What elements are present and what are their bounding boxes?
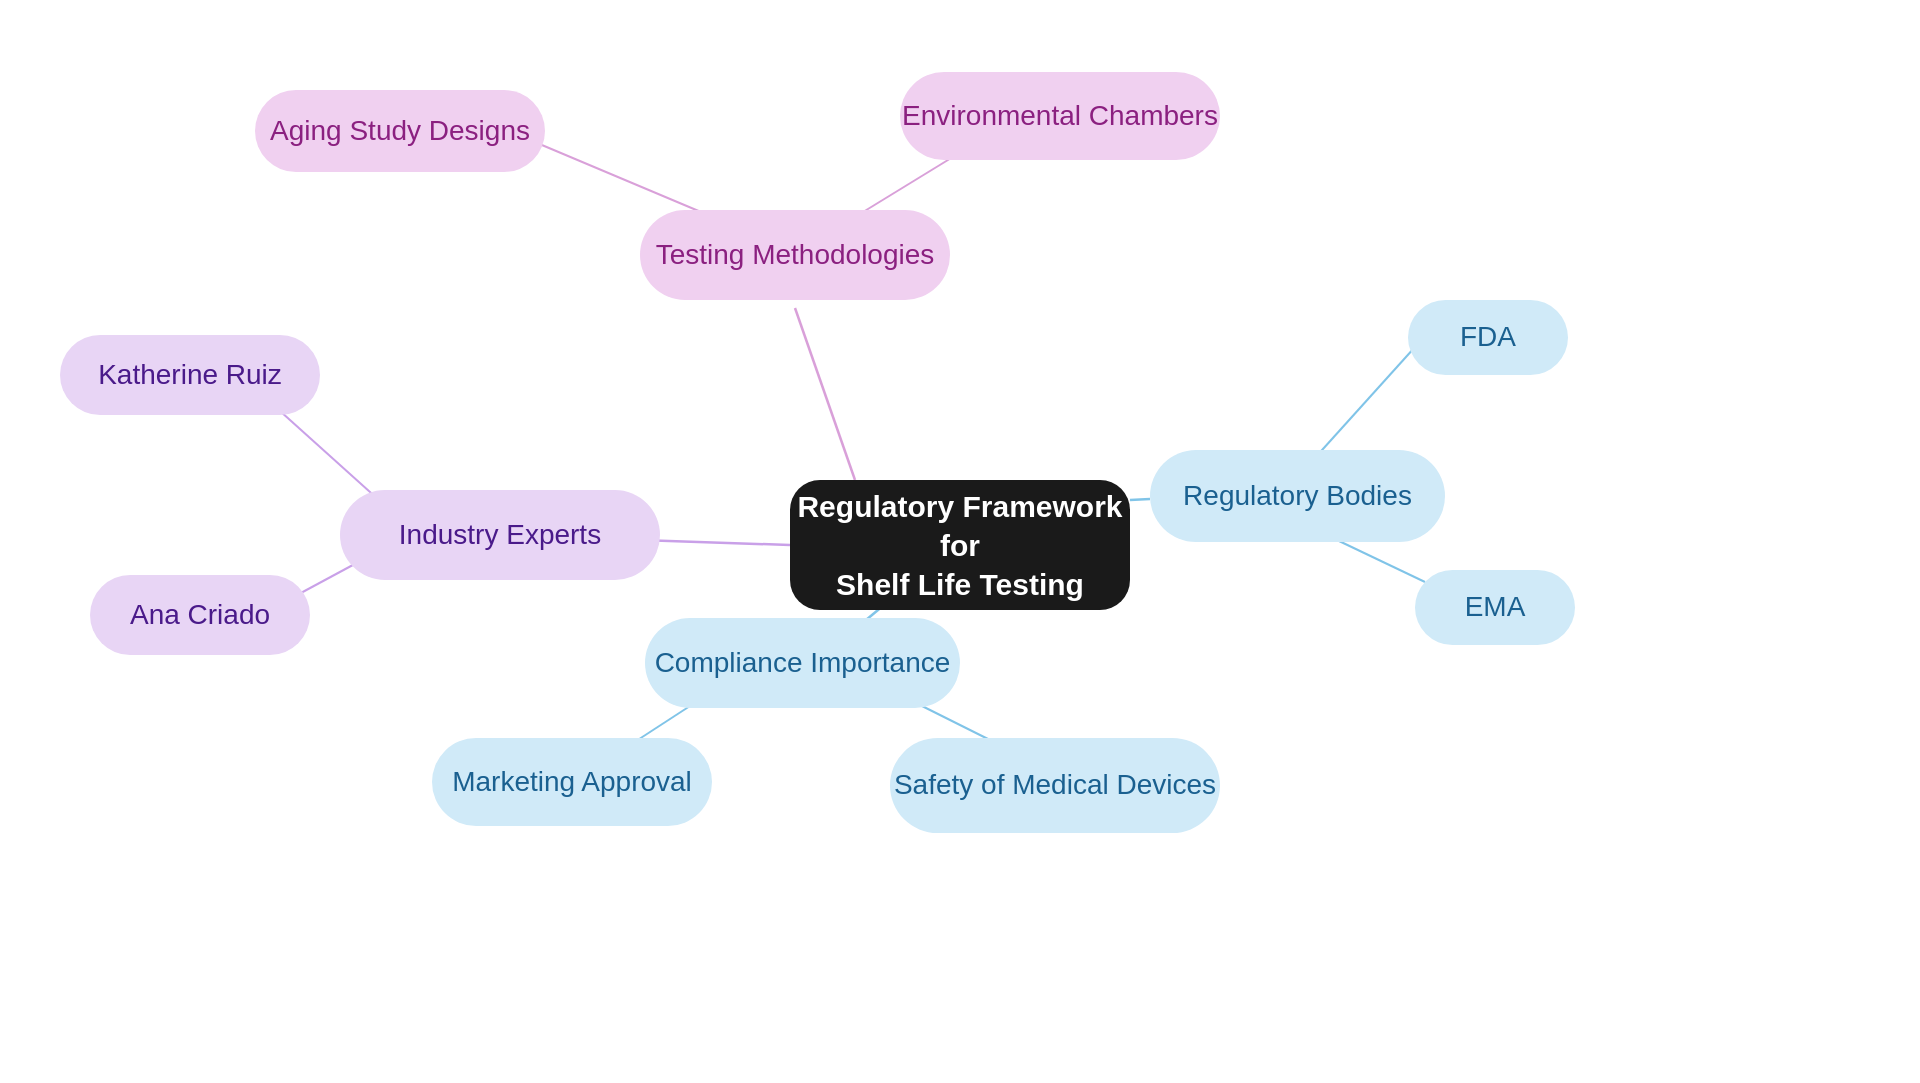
fda-label: FDA [1460,319,1516,355]
ana-criado-node[interactable]: Ana Criado [90,575,310,655]
testing-methodologies-label: Testing Methodologies [656,237,935,273]
ana-criado-label: Ana Criado [130,597,270,633]
katherine-ruiz-label: Katherine Ruiz [98,357,282,393]
center-node[interactable]: Regulatory Framework for Shelf Life Test… [790,480,1130,610]
regulatory-bodies-node[interactable]: Regulatory Bodies [1150,450,1445,542]
environmental-chambers-node[interactable]: Environmental Chambers [900,72,1220,160]
aging-study-designs-label: Aging Study Designs [270,113,530,149]
industry-experts-label: Industry Experts [399,517,601,553]
marketing-approval-label: Marketing Approval [452,764,692,800]
svg-line-6 [1130,499,1150,500]
safety-medical-devices-label: Safety of Medical Devices [894,767,1216,803]
testing-methodologies-node[interactable]: Testing Methodologies [640,210,950,300]
compliance-importance-label: Compliance Importance [655,645,951,681]
safety-medical-devices-node[interactable]: Safety of Medical Devices [890,738,1220,833]
katherine-ruiz-node[interactable]: Katherine Ruiz [60,335,320,415]
svg-line-3 [795,308,855,480]
svg-line-4 [530,140,720,220]
aging-study-designs-node[interactable]: Aging Study Designs [255,90,545,172]
compliance-importance-node[interactable]: Compliance Importance [645,618,960,708]
marketing-approval-node[interactable]: Marketing Approval [432,738,712,826]
fda-node[interactable]: FDA [1408,300,1568,375]
environmental-chambers-label: Environmental Chambers [902,98,1218,134]
center-node-label: Regulatory Framework for Shelf Life Test… [790,487,1130,604]
industry-experts-node[interactable]: Industry Experts [340,490,660,580]
ema-node[interactable]: EMA [1415,570,1575,645]
ema-label: EMA [1465,589,1526,625]
regulatory-bodies-label: Regulatory Bodies [1183,478,1412,514]
